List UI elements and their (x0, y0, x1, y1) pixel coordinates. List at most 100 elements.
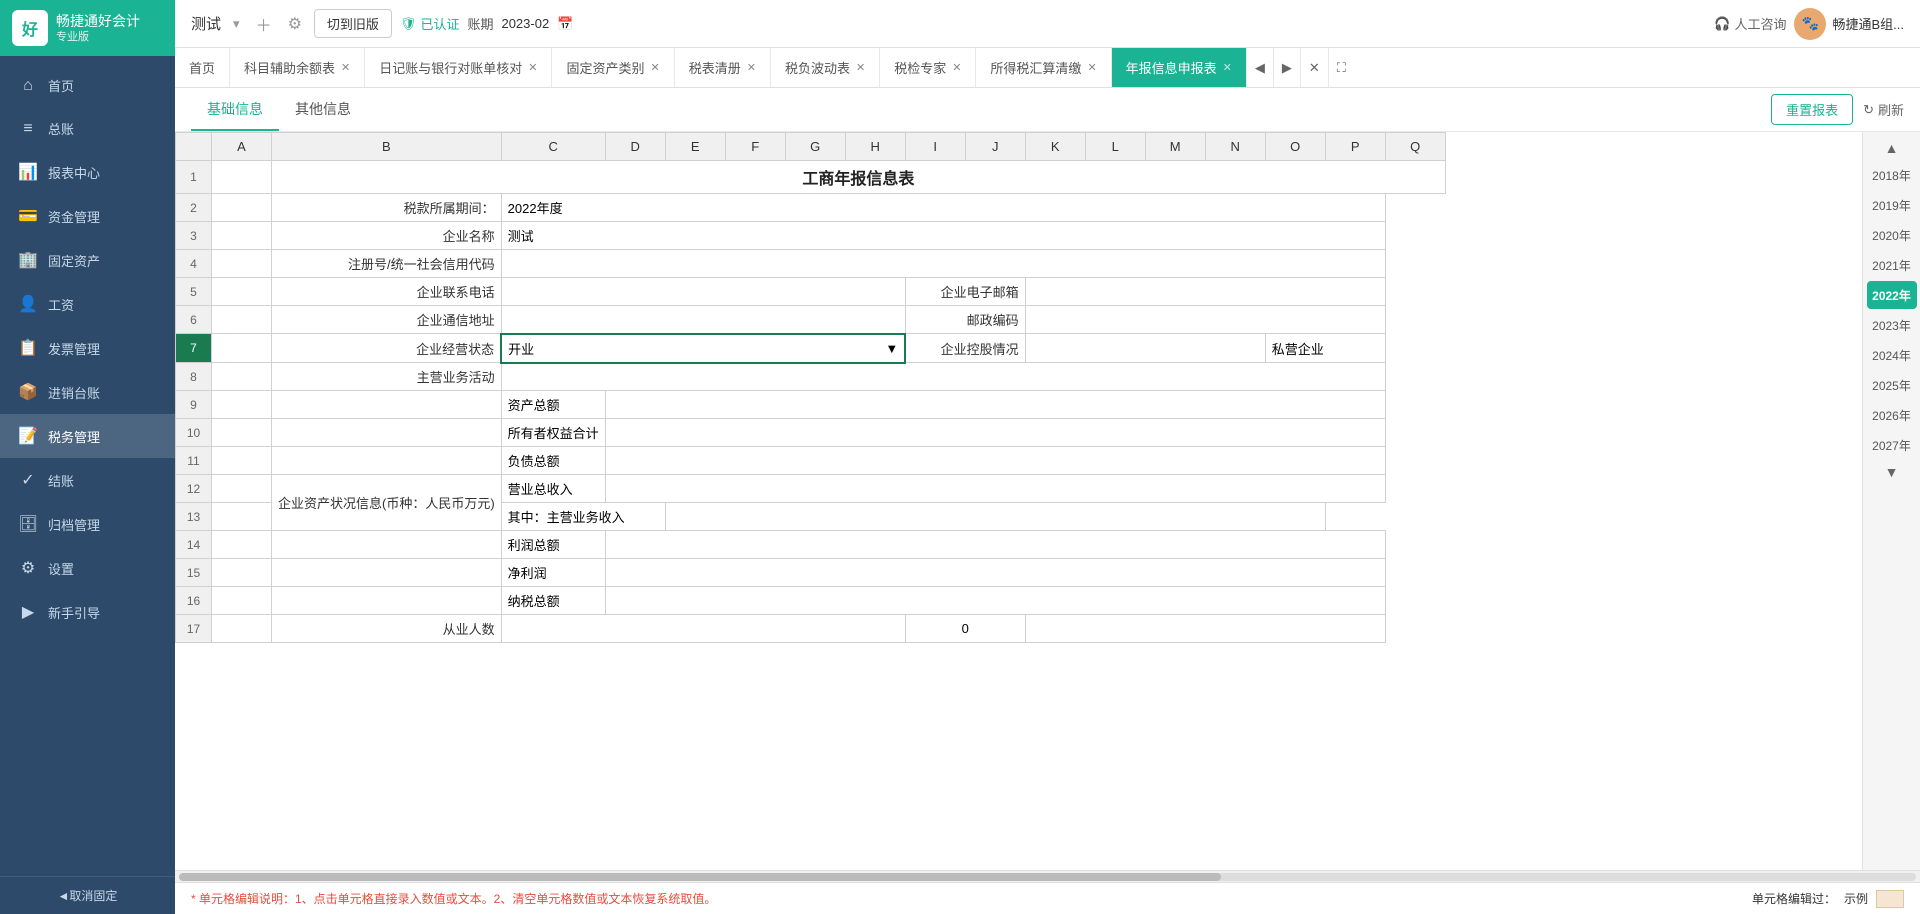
cell-16b[interactable] (272, 587, 502, 615)
sidebar-item-home[interactable]: ⌂ 首页 (0, 64, 175, 107)
cell-5j[interactable]: 企业电子邮箱 (905, 278, 1025, 306)
service-btn[interactable]: 🎧 人工咨询 (1714, 14, 1786, 33)
reset-report-button[interactable]: 重置报表 (1771, 94, 1853, 125)
cell-4c[interactable] (501, 250, 1385, 278)
cell-10b[interactable] (272, 419, 502, 447)
cell-7c-dropdown[interactable]: 开业 ▼ (501, 334, 905, 363)
cell-8b[interactable]: 主营业务活动 (272, 363, 502, 391)
cell-3b[interactable]: 企业名称 (272, 222, 502, 250)
year-item-2023[interactable]: 2023年 (1867, 311, 1917, 339)
tab-expand-btn[interactable]: ⛶ (1329, 48, 1354, 88)
cell-8c[interactable] (501, 363, 1385, 391)
cell-15c[interactable]: 净利润 (501, 559, 605, 587)
cell-14c[interactable]: 利润总额 (501, 531, 605, 559)
topbar-add-btn[interactable]: ＋ (252, 8, 276, 40)
cell-12b[interactable]: 企业资产状况信息(币种：人民币万元) (272, 475, 502, 531)
cell-4b[interactable]: 注册号/统一社会信用代码 (272, 250, 502, 278)
cell-15a[interactable] (212, 559, 272, 587)
cell-7a[interactable] (212, 334, 272, 363)
cell-2b[interactable]: 税款所属期间： (272, 194, 502, 222)
cell-7p[interactable]: 私营企业 (1265, 334, 1385, 363)
cell-5b[interactable]: 企业联系电话 (272, 278, 502, 306)
cell-6k[interactable] (1025, 306, 1385, 334)
refresh-button[interactable]: ↻ 刷新 (1863, 100, 1904, 119)
tab-income-tax[interactable]: 所得税汇算清缴 ✕ (976, 48, 1111, 88)
cell-17k[interactable] (1025, 615, 1385, 643)
user-menu[interactable]: 🐾 畅捷通B组... (1794, 8, 1904, 40)
sidebar-item-assets[interactable]: 🏢 固定资产 (0, 238, 175, 282)
cell-11a[interactable] (212, 447, 272, 475)
cell-6j[interactable]: 邮政编码 (905, 306, 1025, 334)
cell-11b[interactable] (272, 447, 502, 475)
calendar-icon[interactable]: 📅 (557, 16, 573, 32)
sidebar-collapse-btn[interactable]: ◄取消固定 (0, 876, 175, 914)
cell-11d[interactable] (605, 447, 1385, 475)
cell-5a[interactable] (212, 278, 272, 306)
hscroll-thumb[interactable] (179, 873, 1221, 881)
cell-12d[interactable] (605, 475, 1385, 503)
tab-close-icon[interactable]: ✕ (952, 61, 961, 74)
cell-13c[interactable] (212, 503, 272, 531)
cell-5k[interactable] (1025, 278, 1385, 306)
tab-home[interactable]: 首页 (175, 48, 230, 88)
tab-close-icon[interactable]: ✕ (856, 61, 865, 74)
cell-9b[interactable] (272, 391, 502, 419)
cell-10c[interactable]: 所有者权益合计 (501, 419, 605, 447)
topbar-dropdown-arrow[interactable]: ▾ (229, 12, 244, 36)
cell-2a[interactable] (212, 194, 272, 222)
cell-12a[interactable] (212, 475, 272, 503)
tab-fixed-assets[interactable]: 固定资产类别 ✕ (552, 48, 674, 88)
spreadsheet[interactable]: A B C D E F G H I J K L (175, 132, 1862, 870)
tab-aux-balance[interactable]: 科目辅助余额表 ✕ (230, 48, 365, 88)
year-item-2021[interactable]: 2021年 (1867, 251, 1917, 279)
year-item-2026[interactable]: 2026年 (1867, 401, 1917, 429)
tab-close-icon[interactable]: ✕ (747, 61, 756, 74)
tab-close-icon[interactable]: ✕ (1087, 61, 1096, 74)
tab-tax-return[interactable]: 税表清册 ✕ (675, 48, 771, 88)
cell-16a[interactable] (212, 587, 272, 615)
cell-3a[interactable] (212, 222, 272, 250)
sub-tab-other[interactable]: 其他信息 (279, 89, 367, 131)
cell-13g[interactable] (665, 503, 1325, 531)
cell-1a[interactable] (212, 161, 272, 194)
cell-13e[interactable]: 其中：主营业务收入 (501, 503, 665, 531)
year-item-2024[interactable]: 2024年 (1867, 341, 1917, 369)
cell-14b[interactable] (272, 531, 502, 559)
cell-4a[interactable] (212, 250, 272, 278)
year-item-2019[interactable]: 2019年 (1867, 191, 1917, 219)
cell-10a[interactable] (212, 419, 272, 447)
cell-14a[interactable] (212, 531, 272, 559)
year-item-2027[interactable]: 2027年 (1867, 431, 1917, 459)
cell-10d[interactable] (605, 419, 1385, 447)
cell-3c[interactable]: 测试 (501, 222, 1385, 250)
tab-close-icon[interactable]: ✕ (1223, 61, 1232, 74)
year-up-btn[interactable]: ▲ (1872, 136, 1912, 160)
sidebar-item-archive[interactable]: 🗄 归档管理 (0, 502, 175, 546)
tab-annual-report[interactable]: 年报信息申报表 ✕ (1112, 48, 1247, 88)
cell-1-title[interactable]: 工商年报信息表 (272, 161, 1446, 194)
sub-tab-basic[interactable]: 基础信息 (191, 89, 279, 131)
cell-17a[interactable] (212, 615, 272, 643)
year-item-2020[interactable]: 2020年 (1867, 221, 1917, 249)
sidebar-item-guide[interactable]: ▶ 新手引导 (0, 590, 175, 634)
cell-6c[interactable] (501, 306, 905, 334)
sidebar-item-inventory[interactable]: 📦 进销台账 (0, 370, 175, 414)
sidebar-item-tax[interactable]: 📝 税务管理 (0, 414, 175, 458)
cell-5c[interactable] (501, 278, 905, 306)
tab-close-icon[interactable]: ✕ (341, 61, 350, 74)
cell-16c[interactable]: 纳税总额 (501, 587, 605, 615)
sidebar-item-settle[interactable]: ✓ 结账 (0, 458, 175, 502)
horizontal-scrollbar[interactable] (175, 870, 1920, 882)
cell-7b[interactable]: 企业经营状态 (272, 334, 502, 363)
tab-tax-burden[interactable]: 税负波动表 ✕ (771, 48, 880, 88)
cell-9d[interactable] (605, 391, 1385, 419)
tab-close-icon[interactable]: ✕ (528, 61, 537, 74)
sidebar-item-ledger[interactable]: ≡ 总账 (0, 107, 175, 150)
cell-14d[interactable] (605, 531, 1385, 559)
cell-17c[interactable] (501, 615, 905, 643)
sidebar-item-invoice[interactable]: 📋 发票管理 (0, 326, 175, 370)
cell-8a[interactable] (212, 363, 272, 391)
cell-2c[interactable]: 2022年度 (501, 194, 1385, 222)
cell-9c[interactable]: 资产总额 (501, 391, 605, 419)
tab-journal-bank[interactable]: 日记账与银行对账单核对 ✕ (365, 48, 552, 88)
